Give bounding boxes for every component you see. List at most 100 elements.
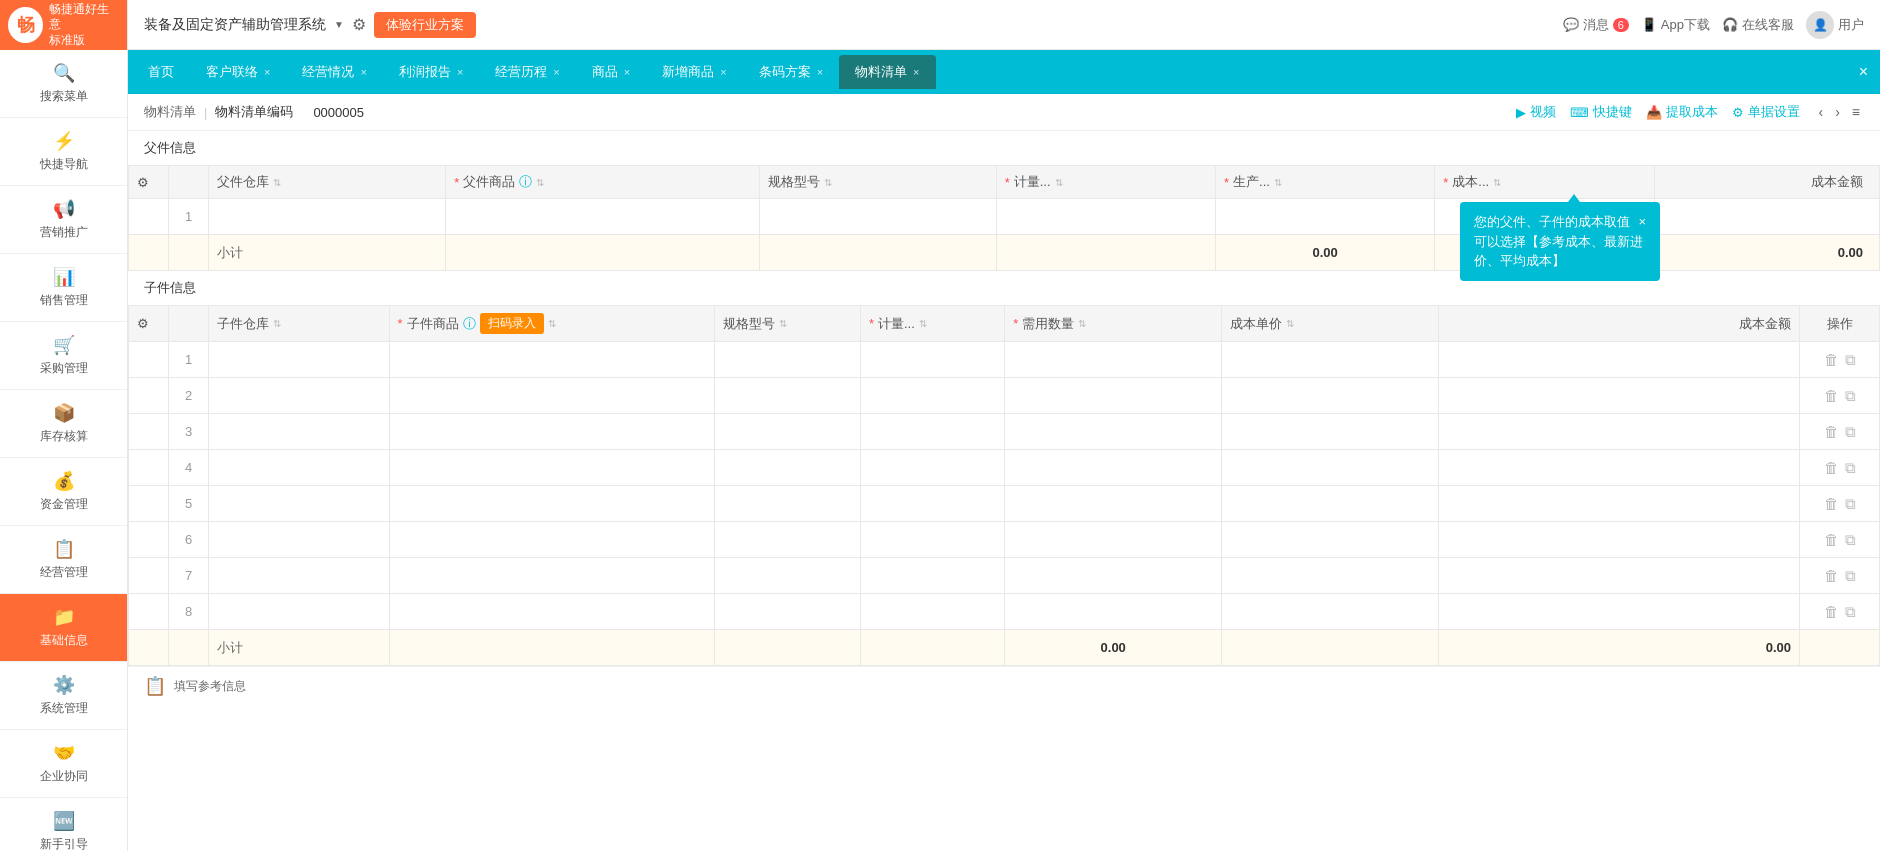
copy-icon-2[interactable]: ⧉: [1845, 387, 1856, 405]
nav-tab-close-3[interactable]: ×: [457, 66, 463, 78]
sidebar-item-4[interactable]: 🛒采购管理: [0, 322, 127, 390]
next-btn[interactable]: ›: [1831, 102, 1844, 122]
child-spec-4[interactable]: [714, 450, 860, 486]
nav-tab-close-2[interactable]: ×: [360, 66, 366, 78]
product-info-icon[interactable]: ⓘ: [519, 173, 532, 191]
child-unit-cost-3[interactable]: [1222, 414, 1439, 450]
child-warehouse-8[interactable]: [209, 594, 390, 630]
sidebar-item-1[interactable]: ⚡快捷导航: [0, 118, 127, 186]
cost-sort-icon[interactable]: ⇅: [1493, 177, 1501, 188]
parent-row-1-unit[interactable]: [996, 199, 1215, 235]
breadcrumb-item-1[interactable]: 物料清单: [144, 103, 196, 121]
nav-tab-close-7[interactable]: ×: [817, 66, 823, 78]
copy-icon-4[interactable]: ⧉: [1845, 459, 1856, 477]
child-warehouse-5[interactable]: [209, 486, 390, 522]
copy-icon-7[interactable]: ⧉: [1845, 567, 1856, 585]
child-qty-5[interactable]: [1005, 486, 1222, 522]
tooltip-close[interactable]: ×: [1638, 212, 1646, 232]
unit-sort-icon[interactable]: ⇅: [1055, 177, 1063, 188]
message-action[interactable]: 💬 消息 6: [1563, 16, 1629, 34]
child-product-5[interactable]: [389, 486, 714, 522]
child-product-8[interactable]: [389, 594, 714, 630]
child-warehouse-3[interactable]: [209, 414, 390, 450]
sidebar-item-3[interactable]: 📊销售管理: [0, 254, 127, 322]
close-all-tabs-btn[interactable]: ×: [1851, 59, 1876, 85]
child-spec-6[interactable]: [714, 522, 860, 558]
child-warehouse-7[interactable]: [209, 558, 390, 594]
prev-btn[interactable]: ‹: [1814, 102, 1827, 122]
nav-tab-close-1[interactable]: ×: [264, 66, 270, 78]
child-unit-8[interactable]: [860, 594, 1004, 630]
copy-icon-8[interactable]: ⧉: [1845, 603, 1856, 621]
production-sort-icon[interactable]: ⇅: [1274, 177, 1282, 188]
child-spec-5[interactable]: [714, 486, 860, 522]
nav-tab-close-8[interactable]: ×: [913, 66, 919, 78]
child-unit-6[interactable]: [860, 522, 1004, 558]
child-unit-4[interactable]: [860, 450, 1004, 486]
sidebar-item-8[interactable]: 📁基础信息: [0, 594, 127, 662]
copy-icon-5[interactable]: ⧉: [1845, 495, 1856, 513]
breadcrumb-item-2[interactable]: 物料清单编码: [215, 103, 293, 121]
delete-icon-8[interactable]: 🗑: [1824, 603, 1839, 621]
child-spec-1[interactable]: [714, 342, 860, 378]
parent-row-1-production[interactable]: [1215, 199, 1434, 235]
child-unit-sort[interactable]: ⇅: [919, 318, 927, 329]
delete-icon-4[interactable]: 🗑: [1824, 459, 1839, 477]
extract-cost-btn[interactable]: 📥 提取成本: [1646, 103, 1718, 121]
child-unit-cost-sort[interactable]: ⇅: [1286, 318, 1294, 329]
product-sort-icon[interactable]: ⇅: [536, 177, 544, 188]
nav-tab-3[interactable]: 利润报告×: [383, 55, 479, 89]
app-download-action[interactable]: 📱 App下载: [1641, 16, 1710, 34]
child-qty-7[interactable]: [1005, 558, 1222, 594]
child-product-2[interactable]: [389, 378, 714, 414]
child-unit-5[interactable]: [860, 486, 1004, 522]
child-warehouse-sort[interactable]: ⇅: [273, 318, 281, 329]
menu-btn[interactable]: ≡: [1848, 102, 1864, 122]
child-qty-4[interactable]: [1005, 450, 1222, 486]
child-spec-2[interactable]: [714, 378, 860, 414]
child-warehouse-2[interactable]: [209, 378, 390, 414]
nav-tab-close-5[interactable]: ×: [624, 66, 630, 78]
sidebar-item-6[interactable]: 💰资金管理: [0, 458, 127, 526]
single-settings-btn[interactable]: ⚙ 单据设置: [1732, 103, 1800, 121]
child-unit-2[interactable]: [860, 378, 1004, 414]
sidebar-item-5[interactable]: 📦库存核算: [0, 390, 127, 458]
child-unit-cost-5[interactable]: [1222, 486, 1439, 522]
sidebar-item-11[interactable]: 🆕新手引导: [0, 798, 127, 851]
child-warehouse-1[interactable]: [209, 342, 390, 378]
sidebar-item-2[interactable]: 📢营销推广: [0, 186, 127, 254]
delete-icon-3[interactable]: 🗑: [1824, 423, 1839, 441]
nav-tab-4[interactable]: 经营历程×: [479, 55, 575, 89]
system-dropdown-arrow[interactable]: ▼: [334, 19, 344, 30]
child-unit-cost-4[interactable]: [1222, 450, 1439, 486]
child-product-4[interactable]: [389, 450, 714, 486]
copy-icon-3[interactable]: ⧉: [1845, 423, 1856, 441]
child-unit-cost-7[interactable]: [1222, 558, 1439, 594]
nav-tab-5[interactable]: 商品×: [576, 55, 646, 89]
nav-tab-1[interactable]: 客户联络×: [190, 55, 286, 89]
experience-btn[interactable]: 体验行业方案: [374, 12, 476, 38]
delete-icon-7[interactable]: 🗑: [1824, 567, 1839, 585]
child-unit-cost-6[interactable]: [1222, 522, 1439, 558]
sidebar-item-10[interactable]: 🤝企业协同: [0, 730, 127, 798]
nav-tab-7[interactable]: 条码方案×: [743, 55, 839, 89]
delete-icon-2[interactable]: 🗑: [1824, 387, 1839, 405]
child-qty-6[interactable]: [1005, 522, 1222, 558]
nav-tab-6[interactable]: 新增商品×: [646, 55, 742, 89]
child-warehouse-4[interactable]: [209, 450, 390, 486]
shortcut-btn[interactable]: ⌨ 快捷键: [1570, 103, 1632, 121]
child-product-sort[interactable]: ⇅: [548, 318, 556, 329]
sidebar-item-9[interactable]: ⚙️系统管理: [0, 662, 127, 730]
nav-tab-8[interactable]: 物料清单×: [839, 55, 935, 89]
parent-col-settings[interactable]: ⚙: [129, 166, 169, 199]
parent-row-1-spec[interactable]: [759, 199, 996, 235]
child-product-7[interactable]: [389, 558, 714, 594]
child-spec-sort[interactable]: ⇅: [779, 318, 787, 329]
view-video-btn[interactable]: ▶ 视频: [1516, 103, 1556, 121]
parent-row-1-product[interactable]: [446, 199, 759, 235]
child-qty-8[interactable]: [1005, 594, 1222, 630]
copy-icon-1[interactable]: ⧉: [1845, 351, 1856, 369]
child-product-info-icon[interactable]: ⓘ: [463, 315, 476, 333]
child-spec-8[interactable]: [714, 594, 860, 630]
child-warehouse-6[interactable]: [209, 522, 390, 558]
